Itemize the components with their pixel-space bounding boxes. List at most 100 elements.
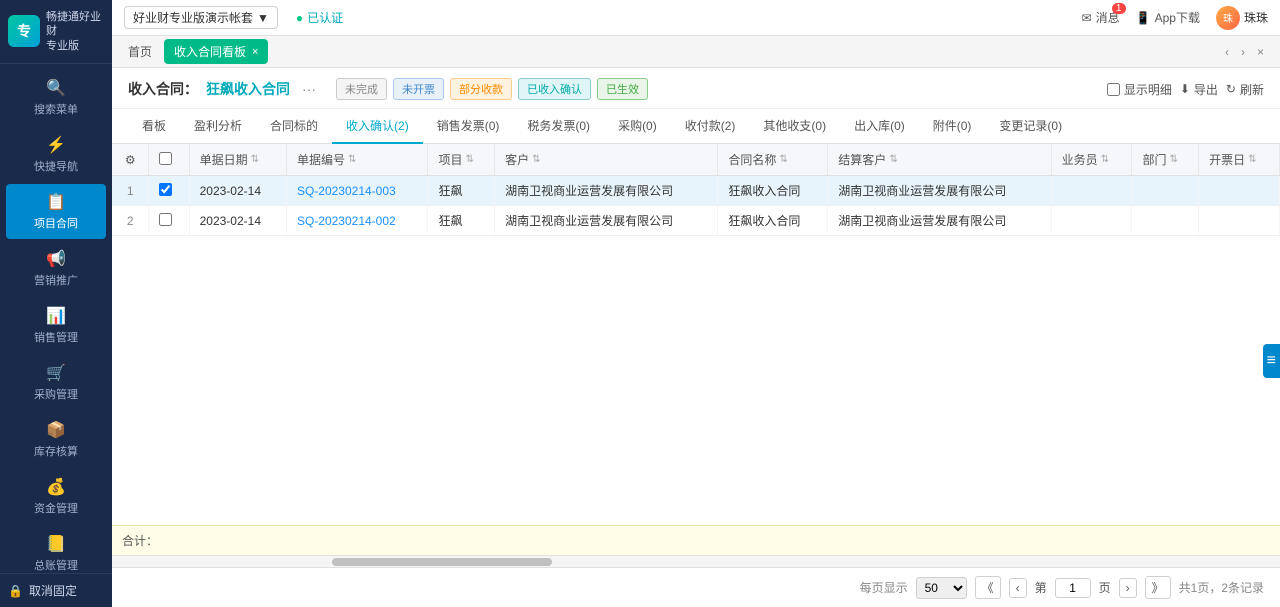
sub-tab-4[interactable]: 销售发票(0)	[423, 109, 514, 144]
app-download-button[interactable]: 📱 App下载	[1136, 9, 1200, 26]
row-0-settlement_customer: 湖南卫视商业运营发展有限公司	[828, 176, 1051, 206]
sub-tab-9[interactable]: 出入库(0)	[840, 109, 919, 144]
sub-tab-2[interactable]: 合同标的	[256, 109, 332, 144]
sub-tab-0[interactable]: 看板	[128, 109, 180, 144]
link-number-0[interactable]: SQ-20230214-003	[297, 184, 396, 198]
refresh-icon: ↻	[1226, 82, 1236, 96]
row-1-date: 2023-02-14	[189, 206, 286, 236]
row-0-customer: 湖南卫视商业运营发展有限公司	[495, 176, 718, 206]
sub-tab-11[interactable]: 变更记录(0)	[985, 109, 1076, 144]
th-date[interactable]: 单据日期⇅	[189, 144, 286, 176]
cert-text: 已认证	[307, 9, 343, 26]
row-checkbox-0[interactable]	[149, 176, 189, 206]
th-number[interactable]: 单据编号⇅	[286, 144, 427, 176]
sidebar-item-6[interactable]: 📦库存核算	[6, 412, 106, 467]
th-settlement_customer[interactable]: 结算客户⇅	[828, 144, 1051, 176]
sidebar-item-8[interactable]: 📒总账管理	[6, 526, 106, 573]
refresh-button[interactable]: ↻ 刷新	[1226, 81, 1264, 98]
col-label-date: 单据日期	[200, 151, 248, 168]
select-all-checkbox[interactable]	[159, 152, 172, 165]
status-badge-0[interactable]: 未完成	[336, 78, 387, 100]
row-select-0[interactable]	[159, 183, 172, 196]
app-logo-icon: 专	[8, 15, 40, 47]
prev-page-button[interactable]: ‹	[1009, 578, 1027, 598]
active-tab[interactable]: 收入合同看板 ×	[164, 39, 268, 64]
sidebar-icon-5: 🛒	[46, 363, 66, 383]
show-detail-input[interactable]	[1107, 83, 1120, 96]
avatar: 珠	[1216, 6, 1240, 30]
sub-tab-3[interactable]: 收入确认(2)	[332, 109, 423, 144]
page-number-input[interactable]	[1055, 578, 1091, 598]
status-badge-3[interactable]: 已收入确认	[518, 78, 591, 100]
row-0-salesperson	[1051, 176, 1132, 206]
row-select-1[interactable]	[159, 213, 172, 226]
th-department[interactable]: 部门⇅	[1132, 144, 1199, 176]
company-selector[interactable]: 好业财专业版演示帐套 ▼	[124, 6, 278, 29]
export-button[interactable]: ⬇ 导出	[1180, 81, 1218, 98]
sub-tab-5[interactable]: 税务发票(0)	[513, 109, 604, 144]
show-detail-checkbox[interactable]: 显示明细	[1107, 81, 1172, 98]
home-tab[interactable]: 首页	[124, 43, 156, 60]
cert-check-icon: ●	[296, 11, 303, 25]
th-settings[interactable]: ⚙	[112, 144, 149, 176]
row-checkbox-1[interactable]	[149, 206, 189, 236]
row-num-0: 1	[112, 176, 149, 206]
sidebar-icon-3: 📢	[46, 249, 66, 269]
status-badge-4[interactable]: 已生效	[597, 78, 648, 100]
table-row[interactable]: 22023-02-14SQ-20230214-002狂飙湖南卫视商业运营发展有限…	[112, 206, 1280, 236]
row-1-contract_name: 狂飙收入合同	[718, 206, 828, 236]
sub-tab-8[interactable]: 其他收支(0)	[749, 109, 840, 144]
row-0-number[interactable]: SQ-20230214-003	[286, 176, 427, 206]
sidebar-bottom[interactable]: 🔒 取消固定	[0, 573, 112, 607]
side-action-button[interactable]: ≡	[1263, 344, 1280, 378]
th-checkbox[interactable]	[149, 144, 189, 176]
page-label: 第	[1035, 579, 1047, 596]
sidebar-item-3[interactable]: 📢营销推广	[6, 241, 106, 296]
nav-prev-icon[interactable]: ‹	[1221, 43, 1233, 61]
sub-tab-7[interactable]: 收付款(2)	[671, 109, 750, 144]
link-number-1[interactable]: SQ-20230214-002	[297, 214, 396, 228]
sidebar-item-7[interactable]: 💰资金管理	[6, 469, 106, 524]
scrollbar-thumb[interactable]	[332, 558, 552, 566]
per-page-label: 每页显示	[860, 579, 908, 596]
table-container[interactable]: ⚙单据日期⇅单据编号⇅项目⇅客户⇅合同名称⇅结算客户⇅业务员⇅部门⇅开票日⇅ 1…	[112, 144, 1280, 525]
message-icon: ✉	[1082, 11, 1092, 25]
th-contract_name[interactable]: 合同名称⇅	[718, 144, 828, 176]
th-customer[interactable]: 客户⇅	[495, 144, 718, 176]
sidebar-item-0[interactable]: 🔍搜索菜单	[6, 70, 106, 125]
tab-close-icon[interactable]: ×	[252, 46, 258, 58]
sub-tab-1[interactable]: 盈利分析	[180, 109, 256, 144]
nav-next-icon[interactable]: ›	[1237, 43, 1249, 61]
sidebar-label-7: 资金管理	[34, 500, 78, 516]
first-page-button[interactable]: 《	[975, 576, 1001, 599]
sidebar-item-5[interactable]: 🛒采购管理	[6, 355, 106, 410]
nav-close-icon[interactable]: ×	[1253, 43, 1268, 61]
more-options-button[interactable]: ···	[298, 81, 320, 97]
status-badge-2[interactable]: 部分收款	[450, 78, 512, 100]
page-header: 收入合同： 狂飙收入合同 ··· 未完成未开票部分收款已收入确认已生效 显示明细…	[112, 68, 1280, 109]
message-button[interactable]: ✉ 消息 1	[1082, 9, 1120, 26]
th-project[interactable]: 项目⇅	[428, 144, 495, 176]
table-row[interactable]: 12023-02-14SQ-20230214-003狂飙湖南卫视商业运营发展有限…	[112, 176, 1280, 206]
horizontal-scrollbar[interactable]	[112, 555, 1280, 567]
company-dropdown[interactable]: 好业财专业版演示帐套 ▼	[124, 6, 278, 29]
active-tab-label: 收入合同看板	[174, 43, 246, 60]
sub-tab-10[interactable]: 附件(0)	[919, 109, 986, 144]
sub-tab-6[interactable]: 采购(0)	[604, 109, 671, 144]
sort-icon-number: ⇅	[348, 154, 356, 165]
status-badge-1[interactable]: 未开票	[393, 78, 444, 100]
per-page-select[interactable]: 50 100 200	[916, 577, 967, 599]
topbar: 好业财专业版演示帐套 ▼ ● 已认证 ✉ 消息 1 📱 App下载 珠 珠珠	[112, 0, 1280, 36]
sidebar-item-2[interactable]: 📋项目合同	[6, 184, 106, 239]
col-label-number: 单据编号	[297, 151, 345, 168]
sort-icon-project: ⇅	[465, 154, 473, 165]
lock-icon: 🔒	[8, 584, 23, 598]
next-page-button[interactable]: ›	[1119, 578, 1137, 598]
th-salesperson[interactable]: 业务员⇅	[1051, 144, 1132, 176]
user-menu[interactable]: 珠 珠珠	[1216, 6, 1268, 30]
th-invoice_date[interactable]: 开票日⇅	[1199, 144, 1280, 176]
last-page-button[interactable]: 》	[1145, 576, 1171, 599]
sidebar-item-4[interactable]: 📊销售管理	[6, 298, 106, 353]
row-1-number[interactable]: SQ-20230214-002	[286, 206, 427, 236]
sidebar-item-1[interactable]: ⚡快捷导航	[6, 127, 106, 182]
